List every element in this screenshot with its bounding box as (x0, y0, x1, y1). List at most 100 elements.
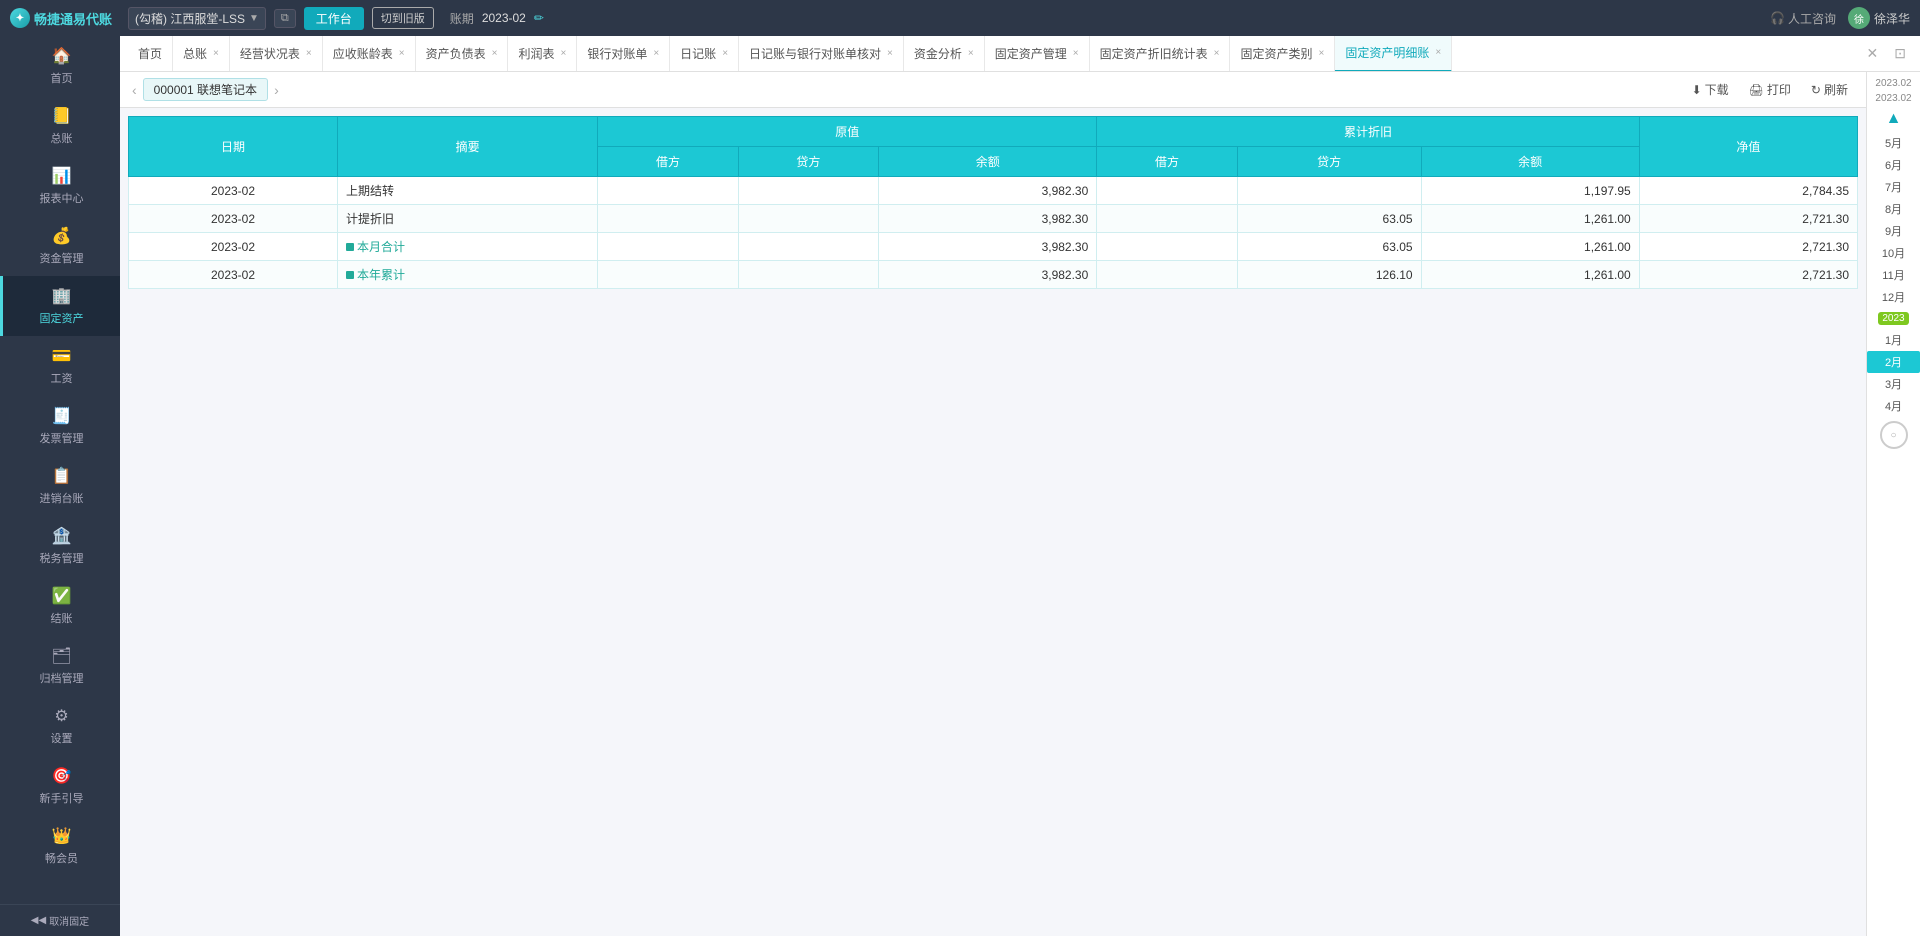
print-icon: 🖨 (1749, 83, 1764, 97)
tab-fixed-mgmt-close[interactable]: × (1073, 48, 1079, 59)
tab-fixed-mgmt[interactable]: 固定资产管理 × (985, 36, 1090, 72)
timeline-month-5[interactable]: 5月 (1867, 132, 1920, 154)
tax-icon: 🏦 (52, 526, 72, 546)
tab-operations-close[interactable]: × (306, 48, 312, 59)
sidebar-item-salary[interactable]: 💳 工资 (0, 336, 120, 396)
tab-bank-check-label: 日记账与银行对账单核对 (749, 45, 881, 62)
timeline-circle-btn[interactable]: ○ (1880, 421, 1908, 449)
tab-capital-analysis-close[interactable]: × (968, 48, 974, 59)
tab-profit[interactable]: 利润表 × (508, 36, 577, 72)
timeline-month-11[interactable]: 11月 (1867, 264, 1920, 286)
app-name: 畅捷通易代账 (34, 9, 112, 28)
tab-ledger[interactable]: 总账 × (173, 36, 230, 72)
timeline-month-12[interactable]: 12月 (1867, 286, 1920, 308)
tab-operations[interactable]: 经营状况表 × (230, 36, 323, 72)
sidebar-label-archive: 归档管理 (40, 670, 84, 686)
td-summary: 上期结转 (338, 177, 598, 205)
th-net-value: 净值 (1639, 117, 1857, 177)
sidebar-item-checkout[interactable]: ✅ 结账 (0, 576, 120, 636)
tab-fixed-detail-close[interactable]: × (1435, 47, 1441, 58)
user-info[interactable]: 徐 徐泽华 (1848, 7, 1910, 29)
sidebar-item-ledger[interactable]: 📒 总账 (0, 96, 120, 156)
print-button[interactable]: 🖨 打印 (1743, 79, 1797, 100)
company-selector[interactable]: (勾稽) 江西服堂-LSS ▼ (128, 7, 266, 30)
workbench-button[interactable]: 工作台 (304, 7, 364, 30)
timeline-month-4[interactable]: 4月 (1867, 395, 1920, 417)
timeline-period-top2: 2023.02 (1875, 91, 1911, 106)
sidebar-item-purchase-sales[interactable]: 📋 进销台账 (0, 456, 120, 516)
timeline-month-3[interactable]: 3月 (1867, 373, 1920, 395)
tab-profit-close[interactable]: × (560, 48, 566, 59)
td-orig-balance: 3,982.30 (879, 233, 1097, 261)
sidebar-item-home[interactable]: 🏠 首页 (0, 36, 120, 96)
td-summary: 计提折旧 (338, 205, 598, 233)
td-accum-balance: 1,261.00 (1421, 261, 1639, 289)
tab-fixed-detail[interactable]: 固定资产明细账 × (1335, 36, 1452, 72)
tab-balance[interactable]: 资产负债表 × (416, 36, 509, 72)
print-label: 打印 (1767, 81, 1791, 98)
tab-maximize-button[interactable]: ⊡ (1888, 41, 1912, 66)
tab-depreciation-stats[interactable]: 固定资产折旧统计表 × (1090, 36, 1231, 72)
sidebar-label-guide: 新手引导 (40, 790, 84, 806)
tab-bank-statement[interactable]: 银行对账单 × (577, 36, 670, 72)
tab-fixed-category-close[interactable]: × (1318, 48, 1324, 59)
timeline-month-8[interactable]: 8月 (1867, 198, 1920, 220)
tab-bank-check[interactable]: 日记账与银行对账单核对 × (739, 36, 904, 72)
asset-detail-table: 日期 摘要 原值 累计折旧 净值 借方 贷方 余额 借方 (128, 116, 1858, 289)
table-row: 2023-02 本月合计 3,982.30 63.05 1,261.00 2,7… (129, 233, 1858, 261)
sidebar-item-reports[interactable]: 📊 报表中心 (0, 156, 120, 216)
support-button[interactable]: 🎧 人工咨询 (1770, 10, 1836, 27)
tab-bank-check-close[interactable]: × (887, 48, 893, 59)
home-icon: 🏠 (52, 46, 72, 66)
sidebar-item-fixed-assets[interactable]: 🏢 固定资产 (0, 276, 120, 336)
td-date: 2023-02 (129, 233, 338, 261)
timeline-month-6[interactable]: 6月 (1867, 154, 1920, 176)
sidebar-item-guide[interactable]: 🎯 新手引导 (0, 756, 120, 816)
th-summary: 摘要 (338, 117, 598, 177)
tab-home[interactable]: 首页 (128, 36, 173, 72)
sidebar-item-archive[interactable]: 🗂 归档管理 (0, 636, 120, 696)
timeline-month-9[interactable]: 9月 (1867, 220, 1920, 242)
refresh-button[interactable]: ↻ 刷新 (1805, 79, 1854, 100)
tab-bank-statement-close[interactable]: × (653, 48, 659, 59)
download-button[interactable]: ⬇ 下载 (1686, 79, 1735, 100)
topbar: ✦ 畅捷通易代账 (勾稽) 江西服堂-LSS ▼ ⧉ 工作台 切到旧版 账期 2… (0, 0, 1920, 36)
switch-old-button[interactable]: 切到旧版 (372, 7, 434, 29)
tab-receivables[interactable]: 应收账龄表 × (323, 36, 416, 72)
asset-nav-item[interactable]: 000001 联想笔记本 (143, 78, 268, 101)
tab-receivables-close[interactable]: × (399, 48, 405, 59)
sidebar-label-purchase-sales: 进销台账 (40, 490, 84, 506)
nav-next-arrow[interactable]: › (274, 82, 279, 98)
tab-fixed-category[interactable]: 固定资产类别 × (1230, 36, 1335, 72)
timeline-month-7[interactable]: 7月 (1867, 176, 1920, 198)
sidebar-item-invoice[interactable]: 🧾 发票管理 (0, 396, 120, 456)
sidebar-item-vip[interactable]: 👑 畅会员 (0, 816, 120, 876)
copy-icon[interactable]: ⧉ (274, 9, 296, 28)
timeline-scroll-up[interactable]: ▲ (1882, 106, 1906, 132)
tab-journal-close[interactable]: × (722, 48, 728, 59)
timeline-period-top: 2023.02 (1875, 76, 1911, 91)
topbar-right: 🎧 人工咨询 徐 徐泽华 (1770, 7, 1910, 29)
tab-balance-close[interactable]: × (492, 48, 498, 59)
archive-icon: 🗂 (51, 646, 71, 666)
tab-journal[interactable]: 日记账 × (670, 36, 739, 72)
tab-receivables-label: 应收账龄表 (333, 45, 393, 62)
sidebar-item-capital[interactable]: 💰 资金管理 (0, 216, 120, 276)
timeline-month-1[interactable]: 1月 (1867, 329, 1920, 351)
tab-ledger-close[interactable]: × (213, 48, 219, 59)
td-orig-debit (598, 177, 738, 205)
tab-capital-analysis[interactable]: 资金分析 × (904, 36, 985, 72)
nav-prev-arrow[interactable]: ‹ (132, 82, 137, 98)
sidebar-label-settings: 设置 (51, 730, 73, 746)
tab-close-button[interactable]: ✕ (1861, 41, 1885, 66)
th-orig-debit: 借方 (598, 147, 738, 177)
sidebar-item-tax[interactable]: 🏦 税务管理 (0, 516, 120, 576)
period-edit-icon[interactable]: ✏ (534, 11, 544, 25)
sidebar-item-settings[interactable]: ⚙ 设置 (0, 696, 120, 756)
timeline-month-10[interactable]: 10月 (1867, 242, 1920, 264)
timeline-month-2-current[interactable]: 2月 (1867, 351, 1920, 373)
th-accum-debit: 借方 (1097, 147, 1237, 177)
page-content: ‹ 000001 联想笔记本 › ⬇ 下载 🖨 打印 ↻ (120, 72, 1920, 936)
tab-depreciation-stats-close[interactable]: × (1214, 48, 1220, 59)
sidebar-unpin[interactable]: ◀◀ 取消固定 (0, 904, 120, 936)
